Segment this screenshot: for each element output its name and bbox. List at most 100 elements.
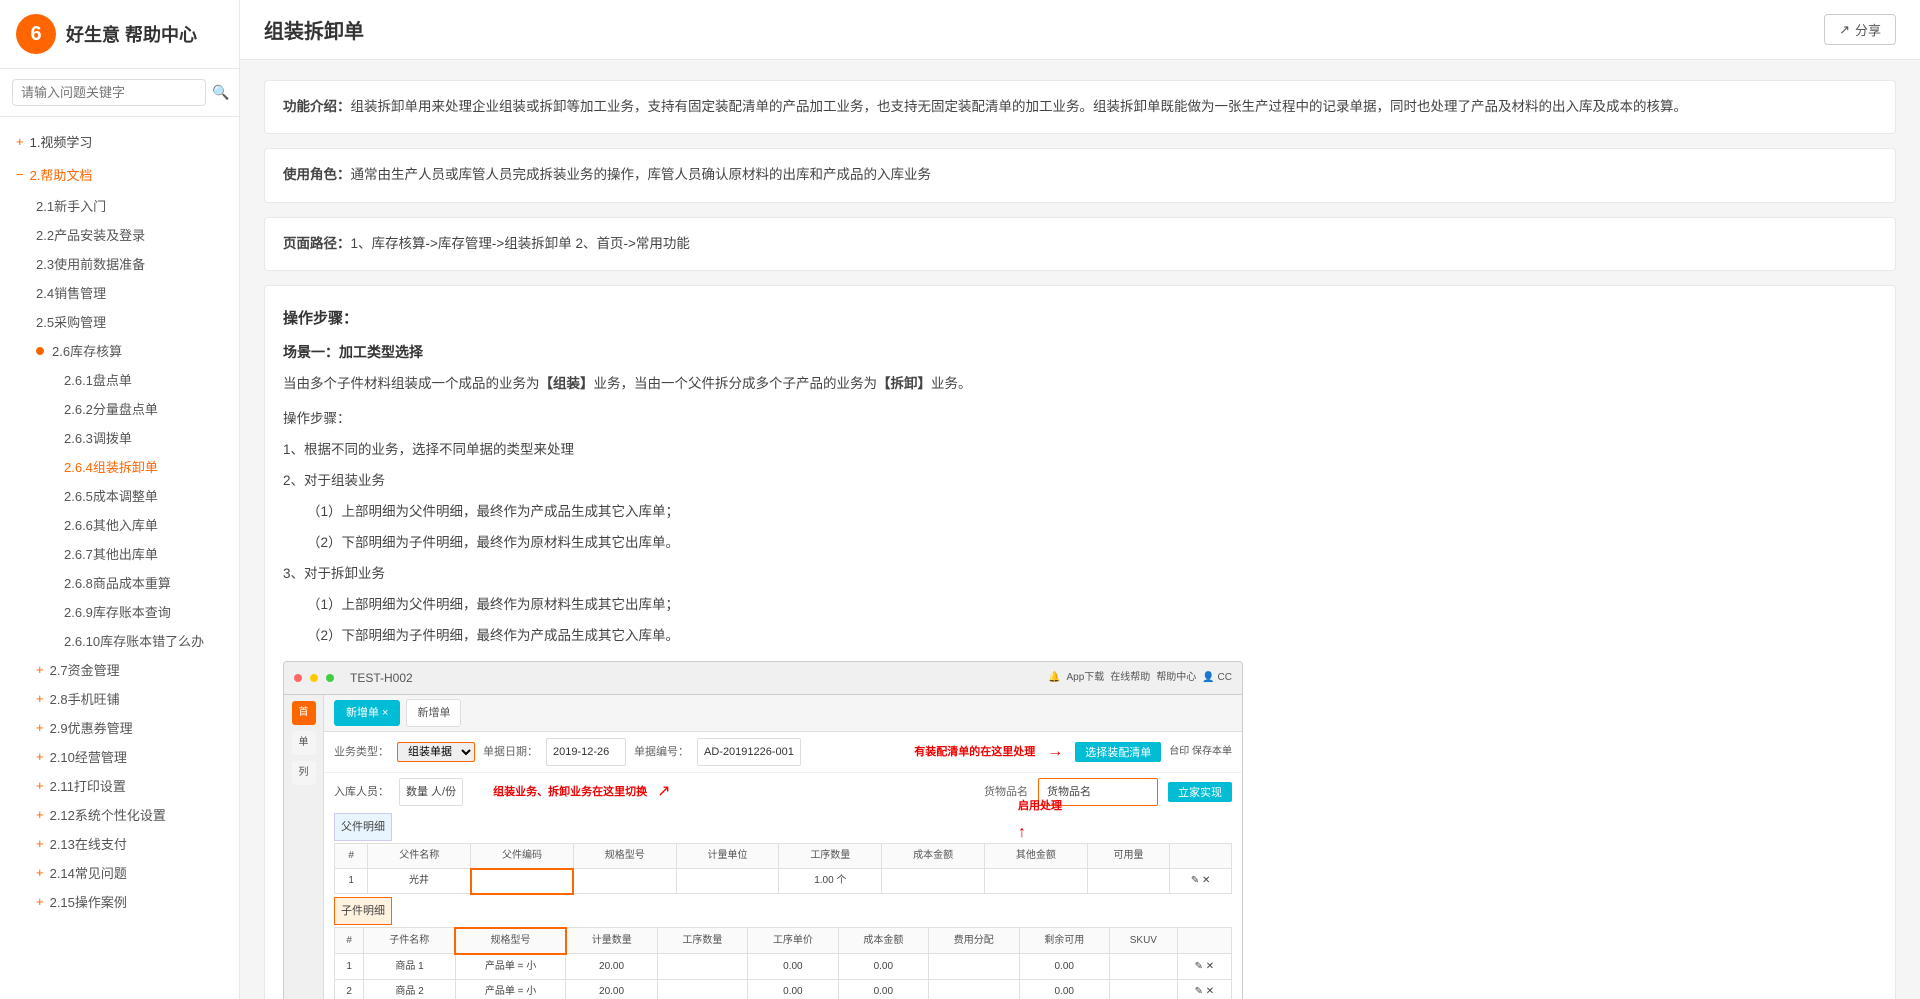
step3: 3、对于拆卸业务 <box>283 560 1877 587</box>
sidebar-item-personalize[interactable]: + 2.12系统个性化设置 <box>28 800 239 829</box>
ss-cell-spec <box>573 869 676 894</box>
ss-th-unit: 计量单位 <box>676 843 779 869</box>
sidebar-item-data-prep[interactable]: 2.3使用前数据准备 <box>28 249 239 278</box>
sidebar-item-stock-query[interactable]: 2.6.9库存账本查询 <box>56 597 239 626</box>
ss-home-icon: 首 <box>292 701 316 725</box>
sidebar-item-label: 2.帮助文档 <box>30 165 93 184</box>
ss-top-icons: 🔔 App下载 在线帮助 帮助中心 👤 CC <box>1048 668 1232 688</box>
sidebar-item-purchase[interactable]: 2.5采购管理 <box>28 307 239 336</box>
step2-2: （2）下部明细为子件明细，最终作为原材料生成其它出库单。 <box>283 529 1877 556</box>
step3-2: （2）下部明细为子件明细，最终作为产成品生成其它入库单。 <box>283 622 1877 649</box>
ss-code-label: 单据编号： <box>634 741 689 763</box>
ss-bth-code: 规格型号 <box>455 928 566 954</box>
sidebar-item-print[interactable]: + 2.11打印设置 <box>28 771 239 800</box>
sidebar-item-goods-cost[interactable]: 2.6.8商品成本重算 <box>56 568 239 597</box>
ss-th-parent-code: 父件编码 <box>471 843 574 869</box>
plus-icon-mobile: + <box>36 691 44 706</box>
function-intro-block: 功能介绍：组装拆卸单用来处理企业组装或拆卸等加工业务，支持有固定装配清单的产品加… <box>264 80 1896 134</box>
ss-row2: 入库人员： 数量 人/份 组装业务、拆卸业务在这里切换 ↗ 货物品名 货物品名 <box>324 773 1242 811</box>
ss-user-icon: 帮助中心 <box>1156 668 1196 688</box>
plus-icon-finance: + <box>36 662 44 677</box>
sidebar-item-stock-count[interactable]: 2.6.1盘点单 <box>56 365 239 394</box>
ss-annotation1: 有装配清单的在这里处理 <box>914 741 1035 763</box>
active-dot <box>36 347 44 355</box>
ss-cell-avail <box>1087 869 1170 894</box>
plus-icon-pers: + <box>36 807 44 822</box>
ss-date-val: 2019-12-26 <box>546 738 626 766</box>
ss-bth-count: 计量数量 <box>566 928 657 954</box>
role-label: 使用角色： <box>283 167 351 182</box>
sidebar-item-operation[interactable]: + 2.10经营管理 <box>28 742 239 771</box>
scene1-title: 场景一：加工类型选择 <box>283 338 1877 366</box>
ss-bell-icon: 🔔 <box>1048 668 1060 688</box>
sidebar-item-partial-count[interactable]: 2.6.2分量盘点单 <box>56 394 239 423</box>
plus-icon-op: + <box>36 749 44 764</box>
ss-side-icons: 首 单 列 <box>284 695 324 999</box>
ss-cell-other <box>984 869 1087 894</box>
content-area: 功能介绍：组装拆卸单用来处理企业组装或拆卸等加工业务，支持有固定装配清单的产品加… <box>240 60 1920 999</box>
ss-cell-code <box>471 869 574 894</box>
sidebar-item-mobile[interactable]: + 2.8手机旺铺 <box>28 684 239 713</box>
ss-annotation3-text: 启用处理 <box>1018 800 1062 812</box>
sidebar-item-other-out[interactable]: 2.6.7其他出库单 <box>56 539 239 568</box>
main-header: 组装拆卸单 ↗ 分享 <box>240 0 1920 60</box>
ss-num-val: 数量 人/份 <box>399 778 463 806</box>
path-label: 页面路径： <box>283 236 351 251</box>
sidebar-item-cases[interactable]: + 2.15操作案例 <box>28 887 239 916</box>
sidebar-item-cost-adjust[interactable]: 2.6.5成本调整单 <box>56 481 239 510</box>
share-icon: ↗ <box>1839 22 1850 38</box>
plus-icon: + <box>16 134 24 149</box>
page-title: 组装拆卸单 <box>264 15 364 44</box>
sidebar-item-payment[interactable]: + 2.13在线支付 <box>28 829 239 858</box>
sidebar-item-inventory[interactable]: 2.6库存核算 <box>28 336 239 365</box>
ss-bth-name: 子件名称 <box>364 928 455 954</box>
sidebar-item-adjust[interactable]: 2.6.3调拨单 <box>56 423 239 452</box>
step2-1: （1）上部明细为父件明细，最终作为产成品生成其它入库单； <box>283 498 1877 525</box>
ss-avatar: 👤 CC <box>1202 668 1232 688</box>
sidebar-item-account-err[interactable]: 2.6.10库存账本错了么办 <box>56 626 239 655</box>
ss-bottom-table-label: 子件明细 <box>334 897 392 925</box>
sidebar-item-assembly[interactable]: 2.6.4组装拆卸单 <box>56 452 239 481</box>
ss-arrow3: ↑ <box>1018 817 1062 849</box>
sidebar-item-coupon[interactable]: + 2.9优惠券管理 <box>28 713 239 742</box>
sidebar-item-other-in[interactable]: 2.6.6其他入库单 <box>56 510 239 539</box>
main-content: 组装拆卸单 ↗ 分享 功能介绍：组装拆卸单用来处理企业组装或拆卸等加工业务，支持… <box>240 0 1920 999</box>
sidebar-header: 6 好生意 帮助中心 <box>0 0 239 69</box>
share-button[interactable]: ↗ 分享 <box>1824 14 1896 45</box>
sidebar-item-newcomer[interactable]: 2.1新手入门 <box>28 191 239 220</box>
sidebar-item-video[interactable]: + 1.视频学习 <box>0 125 239 158</box>
steps-label: 操作步骤： <box>283 304 1877 334</box>
ss-help-icon: 在线帮助 <box>1110 668 1150 688</box>
nav-list: + 1.视频学习 − 2.帮助文档 2.1新手入门 2.2产品安装及登录 2.3… <box>0 117 239 924</box>
ss-cell-qty: 1.00 个 <box>779 869 882 894</box>
ss-th-qty: 工序数量 <box>779 843 882 869</box>
ss-bottom-table-area: 子件明细 # 子件名称 规格型号 计量数量 工序数量 <box>324 897 1242 999</box>
step2: 2、对于组装业务 <box>283 467 1877 494</box>
scene1-desc: 当由多个子件材料组装成一个成品的业务为【组装】业务，当由一个父件拆分成多个子产品… <box>283 370 1877 397</box>
sidebar-item-sales[interactable]: 2.4销售管理 <box>28 278 239 307</box>
ss-icons-right: 台印 保存本单 <box>1169 742 1232 762</box>
ss-confirm-btn[interactable]: 立家实现 <box>1168 782 1232 802</box>
step1: 1、根据不同的业务，选择不同单据的类型来处理 <box>283 436 1877 463</box>
table-row: 2 商品 2 产品单 = 小 20.00 0.00 0.00 <box>335 979 1232 999</box>
sidebar-item-finance[interactable]: + 2.7资金管理 <box>28 655 239 684</box>
ss-type-select[interactable]: 组装单据 拆卸单据 <box>397 742 475 762</box>
search-icon[interactable]: 🔍 <box>212 84 229 101</box>
ss-tab-active: 新增单 × <box>334 700 400 726</box>
plus-icon-pay: + <box>36 836 44 851</box>
screenshot-inner: 首 单 列 新增单 × 新增单 <box>284 695 1242 999</box>
ss-date-label: 单据日期： <box>483 741 538 763</box>
path-block: 页面路径：1、库存核算->库存管理->组装拆卸单 2、首页->常用功能 <box>264 217 1896 271</box>
table-row: 1 商品 1 产品单 = 小 20.00 0.00 0.00 <box>335 954 1232 980</box>
search-input[interactable] <box>12 79 206 106</box>
ss-assembly-btn[interactable]: 选择装配清单 <box>1075 742 1161 762</box>
minus-icon: − <box>16 167 24 182</box>
nav-sub-inventory: 2.6.1盘点单 2.6.2分量盘点单 2.6.3调拨单 2.6.4组装拆卸单 … <box>28 365 239 655</box>
sidebar-item-docs[interactable]: − 2.帮助文档 <box>0 158 239 191</box>
sidebar-item-faq[interactable]: + 2.14常见问题 <box>28 858 239 887</box>
search-box: 🔍 <box>0 69 239 117</box>
sidebar: 6 好生意 帮助中心 🔍 + 1.视频学习 − 2.帮助文档 2.1新手入门 2… <box>0 0 240 999</box>
ss-doc-icon: 单 <box>292 731 316 755</box>
ss-bth-price: 工序单价 <box>748 928 838 954</box>
sidebar-item-install[interactable]: 2.2产品安装及登录 <box>28 220 239 249</box>
